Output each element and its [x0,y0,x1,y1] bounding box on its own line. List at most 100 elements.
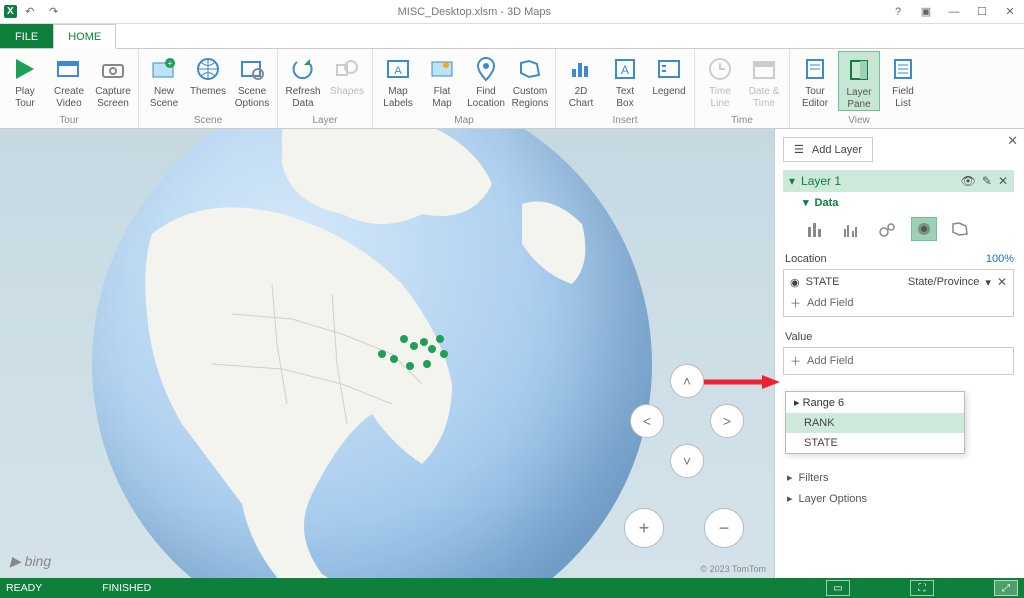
help-icon[interactable]: ? [884,0,912,24]
video-icon [53,53,85,85]
location-field-name: STATE [806,276,840,288]
zoom-controls: + − [624,508,744,548]
location-percent[interactable]: 100% [986,253,1014,265]
svg-text:A: A [394,65,402,77]
timeline-icon [704,53,736,85]
location-geo-type[interactable]: State/Province [908,276,980,288]
viz-region-icon[interactable] [947,217,973,241]
rotate-right-button[interactable]: ˃ [710,404,744,438]
tilt-down-button[interactable]: ˅ [670,444,704,478]
status-finished: FINISHED [102,582,151,594]
custom-regions-button[interactable]: Custom Regions [509,51,551,109]
map-labels-button[interactable]: AMap Labels [377,51,419,109]
group-view: Tour Editor Layer Pane Field List View [790,49,928,128]
dropdown-item-rank[interactable]: RANK [786,413,964,433]
zoom-out-button[interactable]: − [704,508,744,548]
dropdown-icon[interactable]: ▾ [985,276,991,289]
layer-header[interactable]: ▾ Layer 1 👁 ✎ ✕ [783,170,1014,192]
remove-field-icon[interactable]: ✕ [997,275,1007,289]
create-video-button[interactable]: Create Video [48,51,90,109]
tilt-up-button[interactable]: ˄ [670,364,704,398]
ribbon-options-icon[interactable]: ▣ [912,0,940,24]
svg-text:+: + [168,59,173,68]
layers-icon: ☰ [794,143,804,156]
collapse-icon[interactable]: ▾ [789,174,795,188]
flat-map-button[interactable]: Flat Map [421,51,463,109]
location-field-row[interactable]: ◉ STATE State/Province ▾ ✕ [788,272,1009,292]
close-icon[interactable]: ✕ [996,0,1024,24]
new-scene-button[interactable]: +New Scene [143,51,185,109]
status-view-1-icon[interactable]: ▭ [826,580,850,596]
viz-stacked-column-icon[interactable] [803,217,829,241]
layer-pane-button[interactable]: Layer Pane [838,51,880,111]
capture-screen-button[interactable]: Capture Screen [92,51,134,109]
minimize-icon[interactable]: — [940,0,968,24]
undo-icon[interactable]: ↶ [19,2,41,22]
editor-icon [799,53,831,85]
map-view[interactable]: ▶ bing © 2023 TomTom ˄ ˅ ˂ ˃ + − [0,129,774,578]
regions-icon [514,53,546,85]
maximize-icon[interactable]: ☐ [968,0,996,24]
status-ready: READY [6,582,42,594]
shapes-button: Shapes [326,51,368,98]
group-label-insert: Insert [560,114,690,128]
delete-layer-icon[interactable]: ✕ [998,174,1008,188]
list-icon [887,53,919,85]
pane-icon [843,54,875,86]
camera-icon [97,53,129,85]
globe-icon [192,53,224,85]
redo-icon[interactable]: ↷ [43,2,65,22]
nav-pad: ˄ ˅ ˂ ˃ [630,364,744,478]
value-box: ＋ Add Field [783,347,1014,375]
group-tour: Play Tour Create Video Capture Screen To… [0,49,139,128]
legend-button[interactable]: Legend [648,51,690,98]
status-view-2-icon[interactable]: ⛶ [910,580,934,596]
group-label-scene: Scene [143,114,273,128]
chart-icon [565,53,597,85]
layer-options-section[interactable]: ▸ Layer Options [783,486,1014,507]
viz-clustered-column-icon[interactable] [839,217,865,241]
caret-right-icon: ▸ [787,492,793,505]
group-map: AMap Labels Flat Map Find Location Custo… [373,49,556,128]
themes-button[interactable]: Themes [187,51,229,98]
tab-home[interactable]: HOME [53,24,116,49]
location-label: Location [785,253,827,265]
svg-text:A: A [621,63,629,77]
filters-section[interactable]: ▸ Filters [783,465,1014,486]
value-add-field[interactable]: ＋ Add Field [788,350,1009,372]
caret-right-icon: ▸ [787,471,793,484]
group-time: Time Line Date & Time Time [695,49,790,128]
rename-icon[interactable]: ✎ [982,174,992,188]
group-scene: +New Scene Themes Scene Options Scene [139,49,278,128]
status-view-3-icon[interactable]: ⤢ [994,580,1018,596]
ribbon: Play Tour Create Video Capture Screen To… [0,49,1024,129]
2d-chart-button[interactable]: 2D Chart [560,51,602,109]
text-box-button[interactable]: AText Box [604,51,646,109]
find-location-button[interactable]: Find Location [465,51,507,109]
scene-options-button[interactable]: Scene Options [231,51,273,109]
field-dropdown: ▸ Range 6 RANK STATE [785,391,965,454]
window-controls: ? ▣ — ☐ ✕ [884,0,1024,24]
play-tour-button[interactable]: Play Tour [4,51,46,109]
plus-icon: ＋ [790,353,801,369]
add-layer-button[interactable]: ☰ Add Layer [783,137,873,162]
rotate-left-button[interactable]: ˂ [630,404,664,438]
layer-pane: ✕ ☰ Add Layer ▾ Layer 1 👁 ✎ ✕ ▾ Data Loc… [774,129,1024,578]
dropdown-item-state[interactable]: STATE [786,433,964,453]
radio-icon[interactable]: ◉ [790,276,800,289]
excel-logo-icon: X [4,5,17,18]
tab-file[interactable]: FILE [0,24,53,48]
field-list-button[interactable]: Field List [882,51,924,109]
quick-access-toolbar: X ↶ ↷ [0,2,65,22]
data-section-header[interactable]: ▾ Data [783,192,1014,213]
visibility-icon[interactable]: 👁 [961,174,976,188]
caret-down-icon: ▾ [803,196,809,209]
location-add-field[interactable]: ＋ Add Field [788,292,1009,314]
refresh-data-button[interactable]: Refresh Data [282,51,324,109]
globe[interactable] [92,129,652,578]
viz-heatmap-icon[interactable] [911,217,937,241]
pane-close-icon[interactable]: ✕ [1007,133,1018,149]
zoom-in-button[interactable]: + [624,508,664,548]
viz-bubble-icon[interactable] [875,217,901,241]
tour-editor-button[interactable]: Tour Editor [794,51,836,109]
